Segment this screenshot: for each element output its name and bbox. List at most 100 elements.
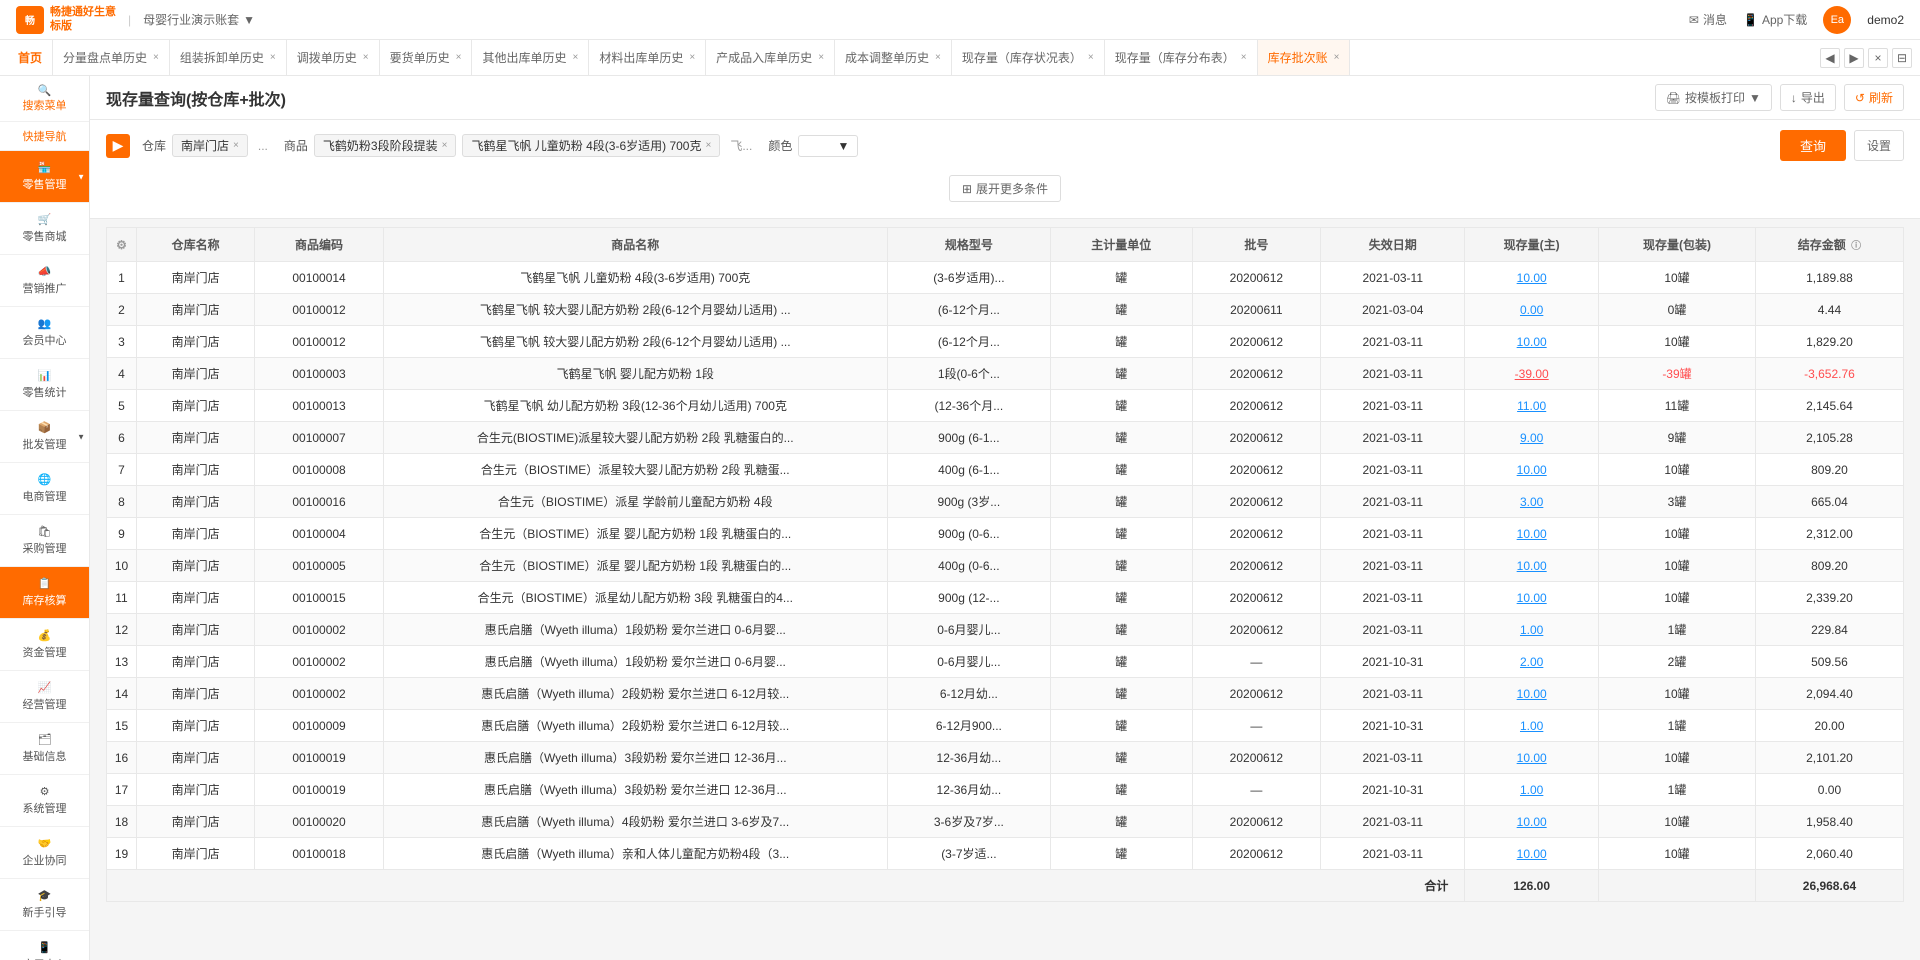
tab-6[interactable]: 材料出库单历史 ×: [589, 40, 706, 76]
sidebar-item-retail-stats[interactable]: 📊 零售统计: [0, 359, 89, 411]
cell-qty-main[interactable]: 1.00: [1465, 710, 1599, 742]
close-tab-4[interactable]: ×: [456, 52, 462, 63]
sidebar-item-enterprise[interactable]: 🤝 企业协同: [0, 827, 89, 879]
app-download-btn[interactable]: 📱 App下载: [1743, 11, 1807, 28]
template-print-btn[interactable]: 🖨 按模板打印 ▼: [1655, 84, 1772, 111]
product-tag-1[interactable]: 飞鹤奶粉3段阶段提装 ×: [314, 134, 457, 157]
close-tab-7[interactable]: ×: [818, 52, 824, 63]
marketing-icon: 📣: [38, 265, 52, 278]
sidebar-item-operations[interactable]: 📈 经营管理: [0, 671, 89, 723]
cell-qty-main[interactable]: 3.00: [1465, 486, 1599, 518]
cell-qty-main[interactable]: 9.00: [1465, 422, 1599, 454]
close-tab-8[interactable]: ×: [935, 52, 941, 63]
table-row: 7 南岸门店 00100008 合生元（BIOSTIME）派星较大婴儿配方奶粉 …: [107, 454, 1904, 486]
remove-product-tag-2[interactable]: ×: [705, 140, 711, 151]
cell-no: 7: [107, 454, 137, 486]
cell-expire: 2021-03-11: [1321, 358, 1465, 390]
sidebar-item-guide[interactable]: 🎓 新手引导: [0, 879, 89, 931]
cell-qty-main[interactable]: 10.00: [1465, 582, 1599, 614]
sidebar-item-wholesale[interactable]: 📦 批发管理: [0, 411, 89, 463]
close-tab-9[interactable]: ×: [1088, 52, 1094, 63]
cell-qty-main[interactable]: 10.00: [1465, 550, 1599, 582]
cell-no: 12: [107, 614, 137, 646]
sidebar-item-finance[interactable]: 💰 资金管理: [0, 619, 89, 671]
cell-qty-main[interactable]: 10.00: [1465, 518, 1599, 550]
cell-qty-main[interactable]: -39.00: [1465, 358, 1599, 390]
cell-warehouse: 南岸门店: [137, 710, 255, 742]
sidebar-item-basic-info[interactable]: 🗂 基础信息: [0, 723, 89, 775]
tab-9[interactable]: 现存量（库存状况表） ×: [952, 40, 1105, 76]
filter-expand-btn[interactable]: ▶: [106, 134, 130, 158]
close-tab-3[interactable]: ×: [363, 52, 369, 63]
cell-no: 11: [107, 582, 137, 614]
cell-qty-main[interactable]: 10.00: [1465, 742, 1599, 774]
close-tab-6[interactable]: ×: [689, 52, 695, 63]
cell-qty-pack: 10罐: [1599, 550, 1756, 582]
cell-qty-main[interactable]: 0.00: [1465, 294, 1599, 326]
sidebar-item-purchase[interactable]: 🛍 采购管理: [0, 515, 89, 567]
nav-prev-btn[interactable]: ◀: [1820, 48, 1840, 68]
nav-next-btn[interactable]: ▶: [1844, 48, 1864, 68]
col-qty-pack: 现存量(包装): [1599, 228, 1756, 262]
cell-qty-main[interactable]: 10.00: [1465, 806, 1599, 838]
remove-product-tag-1[interactable]: ×: [442, 140, 448, 151]
message-btn[interactable]: ✉ 消息: [1689, 11, 1727, 28]
remove-warehouse-tag[interactable]: ×: [233, 140, 239, 151]
sidebar-item-member[interactable]: 👥 会员中心: [0, 307, 89, 359]
cell-qty-main[interactable]: 2.00: [1465, 646, 1599, 678]
close-tab-2[interactable]: ×: [270, 52, 276, 63]
sidebar-quick-nav[interactable]: 快捷导航: [0, 122, 89, 151]
close-tab-1[interactable]: ×: [153, 52, 159, 63]
cell-qty-main[interactable]: 10.00: [1465, 326, 1599, 358]
cell-qty-main[interactable]: 10.00: [1465, 262, 1599, 294]
color-dropdown[interactable]: ▼: [798, 135, 858, 157]
industry-selector[interactable]: 母婴行业演示账套 ▼: [143, 11, 255, 28]
col-unit: 主计量单位: [1051, 228, 1192, 262]
nav-close-btn[interactable]: ×: [1868, 48, 1888, 68]
amount-info-icon[interactable]: ⓘ: [1851, 241, 1861, 252]
cell-qty-main[interactable]: 10.00: [1465, 678, 1599, 710]
sidebar-item-marketing[interactable]: 📣 营销推广: [0, 255, 89, 307]
tab-11[interactable]: 库存批次账 ×: [1258, 40, 1351, 76]
product-dots[interactable]: 飞...: [730, 137, 752, 154]
close-tab-11[interactable]: ×: [1334, 52, 1340, 63]
warehouse-tag-1[interactable]: 南岸门店 ×: [172, 134, 248, 157]
warehouse-dots[interactable]: ...: [258, 139, 268, 153]
close-tab-5[interactable]: ×: [572, 52, 578, 63]
tab-4[interactable]: 要货单历史 ×: [380, 40, 473, 76]
tab-10[interactable]: 现存量（库存分布表） ×: [1105, 40, 1258, 76]
tab-3[interactable]: 调拨单历史 ×: [287, 40, 380, 76]
query-btn[interactable]: 查询: [1780, 130, 1846, 161]
tab-2[interactable]: 组装拆卸单历史 ×: [170, 40, 287, 76]
tab-home[interactable]: 首页: [8, 40, 53, 76]
product-tag-2[interactable]: 飞鹤星飞帆 儿童奶粉 4段(3-6岁适用) 700克 ×: [462, 134, 720, 157]
tab-7[interactable]: 产成品入库单历史 ×: [706, 40, 835, 76]
nav-menu-btn[interactable]: ⊟: [1892, 48, 1912, 68]
cell-qty-main[interactable]: 10.00: [1465, 838, 1599, 870]
sidebar-item-ecommerce[interactable]: 🌐 电商管理: [0, 463, 89, 515]
close-tab-10[interactable]: ×: [1241, 52, 1247, 63]
settings-icon[interactable]: ⚙: [116, 238, 127, 252]
export-btn[interactable]: ↓ 导出: [1780, 84, 1836, 111]
cell-spec: 6-12月900...: [887, 710, 1050, 742]
cell-qty-main[interactable]: 1.00: [1465, 614, 1599, 646]
cell-qty-main[interactable]: 11.00: [1465, 390, 1599, 422]
sidebar-item-inventory[interactable]: 📋 库存核算: [0, 567, 89, 619]
refresh-btn[interactable]: ↺ 刷新: [1844, 84, 1904, 111]
sidebar-item-system[interactable]: ⚙ 系统管理: [0, 775, 89, 827]
sidebar-item-retail-mgmt[interactable]: 🏪 零售管理: [0, 151, 89, 203]
cell-qty-main[interactable]: 1.00: [1465, 774, 1599, 806]
tab-1[interactable]: 分量盘点单历史 ×: [53, 40, 170, 76]
tab-5[interactable]: 其他出库单历史 ×: [472, 40, 589, 76]
setting-btn[interactable]: 设置: [1854, 130, 1904, 161]
cell-unit: 罐: [1051, 678, 1192, 710]
cell-qty-main[interactable]: 10.00: [1465, 454, 1599, 486]
expand-more-btn[interactable]: ⊞ 展开更多条件: [949, 175, 1061, 202]
sidebar-search[interactable]: 🔍 搜索菜单: [0, 76, 89, 122]
sidebar-item-apps[interactable]: 📱 应用中心: [0, 931, 89, 960]
tab-8[interactable]: 成本调整单历史 ×: [835, 40, 952, 76]
cell-no: 5: [107, 390, 137, 422]
sidebar-item-retail-mall[interactable]: 🛒 零售商城: [0, 203, 89, 255]
avatar[interactable]: Ea: [1823, 6, 1851, 34]
col-settings[interactable]: ⚙: [107, 228, 137, 262]
